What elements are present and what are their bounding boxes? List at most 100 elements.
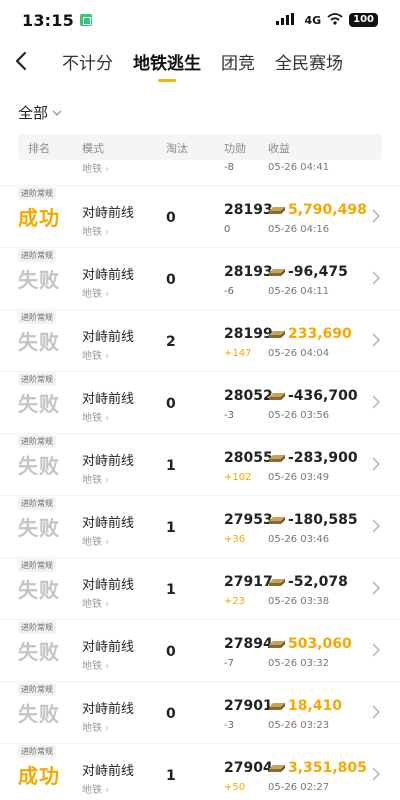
row-detail-arrow[interactable]: [372, 704, 381, 723]
chevron-down-icon: [52, 110, 62, 116]
income-value: -436,700: [268, 388, 358, 404]
income-amount: 18,410: [288, 698, 343, 714]
row-detail-arrow[interactable]: [372, 642, 381, 661]
list-item[interactable]: 进阶常规失败 对峙前线地铁 1 27917 +23 -52,078 05-26 03:38: [0, 558, 400, 620]
row-detail-arrow[interactable]: [372, 394, 381, 413]
row-detail-arrow[interactable]: [372, 332, 381, 351]
list-item[interactable]: 进阶常规成功 对峙前线地铁 0 28193 0 5,790,498 05-26 04:16: [0, 186, 400, 248]
map-label: 地铁: [82, 223, 109, 238]
battery-indicator: 100: [349, 13, 378, 27]
row-detail-arrow[interactable]: [372, 456, 381, 475]
match-record-list: 地铁 -8 05-26 04:41 进阶常规成功对峙前线地铁02819305,7…: [0, 160, 400, 800]
elimination-count: 0: [166, 644, 176, 660]
tab-unscored[interactable]: 不计分: [62, 43, 113, 80]
map-label: 地铁: [82, 160, 109, 175]
column-rank: 排名: [28, 142, 50, 155]
merit-delta: +23: [224, 596, 246, 607]
match-date: 05-26 03:49: [268, 472, 330, 483]
elimination-count: 0: [166, 210, 176, 226]
match-date: 05-26 04:04: [268, 348, 330, 359]
map-label: 地铁: [82, 285, 109, 300]
merit-delta: +102: [224, 472, 252, 483]
map-label: 地铁: [82, 657, 109, 672]
chevron-right-icon: [372, 643, 381, 657]
mode-name: 对峙前线: [82, 454, 135, 469]
chevron-right-icon: [372, 767, 381, 781]
income-value: 3,351,805: [268, 760, 367, 776]
column-eliminations: 淘汰: [166, 142, 188, 155]
currency-ingot-icon: [269, 517, 285, 524]
income-amount: 233,690: [288, 326, 352, 342]
row-detail-arrow[interactable]: [372, 518, 381, 537]
list-item[interactable]: 进阶常规失败 对峙前线地铁 0 28193 -6 -96,475 05-26 04:11: [0, 248, 400, 310]
row-detail-arrow[interactable]: [372, 208, 381, 227]
income-amount: 503,060: [288, 636, 352, 652]
elimination-count: 0: [166, 706, 176, 722]
status-bar: 13:15 4G 100: [0, 0, 400, 40]
mode-name: 对峙前线: [82, 702, 135, 717]
filter-dropdown[interactable]: 全部: [18, 102, 62, 123]
income-amount: -436,700: [288, 388, 358, 404]
match-date: 05-26 03:23: [268, 720, 330, 731]
income-value: 5,790,498: [268, 202, 367, 218]
merit-score: 28052: [224, 388, 273, 404]
merit-delta: 0: [224, 224, 231, 235]
list-item[interactable]: 进阶常规失败 对峙前线地铁 0 27901 -3 18,410 05-26 03:23: [0, 682, 400, 744]
notification-app-icon: [79, 14, 92, 26]
match-date: 05-26 04:16: [268, 224, 330, 235]
merit-delta: +147: [224, 348, 252, 359]
income-value: -283,900: [268, 450, 358, 466]
row-detail-arrow[interactable]: [372, 580, 381, 599]
chevron-right-icon: [372, 457, 381, 471]
merit-score: 27901: [224, 698, 273, 714]
tab-all-arena[interactable]: 全民赛场: [275, 43, 343, 80]
list-item[interactable]: 进阶常规失败 对峙前线地铁 0 27894 -7 503,060 05-26 03:32: [0, 620, 400, 682]
match-date: 05-26 04:41: [268, 162, 330, 173]
list-item[interactable]: 进阶常规失败 对峙前线地铁 1 27953 +36 -180,585 05-26 03:46: [0, 496, 400, 558]
status-time: 13:15: [22, 10, 74, 30]
elimination-count: 1: [166, 768, 176, 784]
merit-score: 28193: [224, 264, 273, 280]
result-label: 失败: [18, 640, 60, 664]
list-item[interactable]: 进阶常规成功 对峙前线地铁 1 27904 +50 3,351,805 05-26 02:2…: [0, 744, 400, 800]
mode-name: 对峙前线: [82, 206, 135, 221]
mode-tag: 进阶常规: [18, 249, 56, 262]
tab-metro-escape[interactable]: 地铁逃生: [133, 43, 201, 80]
map-label: 地铁: [82, 533, 109, 548]
income-value: 233,690: [268, 326, 352, 342]
mode-tag: 进阶常规: [18, 187, 56, 200]
income-amount: 3,351,805: [288, 760, 367, 776]
mode-tag: 进阶常规: [18, 497, 56, 510]
income-amount: -96,475: [288, 264, 348, 280]
merit-score: 28193: [224, 202, 273, 218]
list-item[interactable]: 进阶常规失败 对峙前线地铁 2 28199 +147 233,690 05-26 04:04: [0, 310, 400, 372]
column-header: 排名 模式 淘汰 功勋 收益: [18, 134, 382, 160]
mode-name: 对峙前线: [82, 764, 135, 779]
mode-name: 对峙前线: [82, 578, 135, 593]
merit-score: 28055: [224, 450, 273, 466]
match-date: 05-26 03:32: [268, 658, 330, 669]
list-item[interactable]: 进阶常规失败 对峙前线地铁 0 28052 -3 -436,700 05-26 03:56: [0, 372, 400, 434]
tab-header: 不计分 地铁逃生 团竞 全民赛场: [0, 40, 400, 82]
tab-team-deathmatch[interactable]: 团竞: [221, 43, 255, 80]
income-value: 18,410: [268, 698, 342, 714]
mode-name: 对峙前线: [82, 516, 135, 531]
mode-tag: 进阶常规: [18, 435, 56, 448]
map-label: 地铁: [82, 471, 109, 486]
chevron-right-icon: [372, 519, 381, 533]
result-label: 成功: [18, 206, 60, 230]
row-detail-arrow[interactable]: [372, 270, 381, 289]
result-label: 失败: [18, 454, 60, 478]
merit-score: 28199: [224, 326, 273, 342]
list-item[interactable]: 进阶常规失败 对峙前线地铁 1 28055 +102 -283,900 05-26 03:4…: [0, 434, 400, 496]
network-type-label: 4G: [304, 13, 322, 27]
merit-delta: -8: [224, 162, 234, 173]
match-date: 05-26 03:56: [268, 410, 330, 421]
signal-icon: [276, 12, 298, 28]
list-item[interactable]: 地铁 -8 05-26 04:41: [0, 160, 400, 186]
mode-name: 对峙前线: [82, 392, 135, 407]
merit-delta: -6: [224, 286, 234, 297]
row-detail-arrow[interactable]: [372, 766, 381, 785]
mode-tag: 进阶常规: [18, 311, 56, 324]
back-button[interactable]: [0, 40, 42, 82]
